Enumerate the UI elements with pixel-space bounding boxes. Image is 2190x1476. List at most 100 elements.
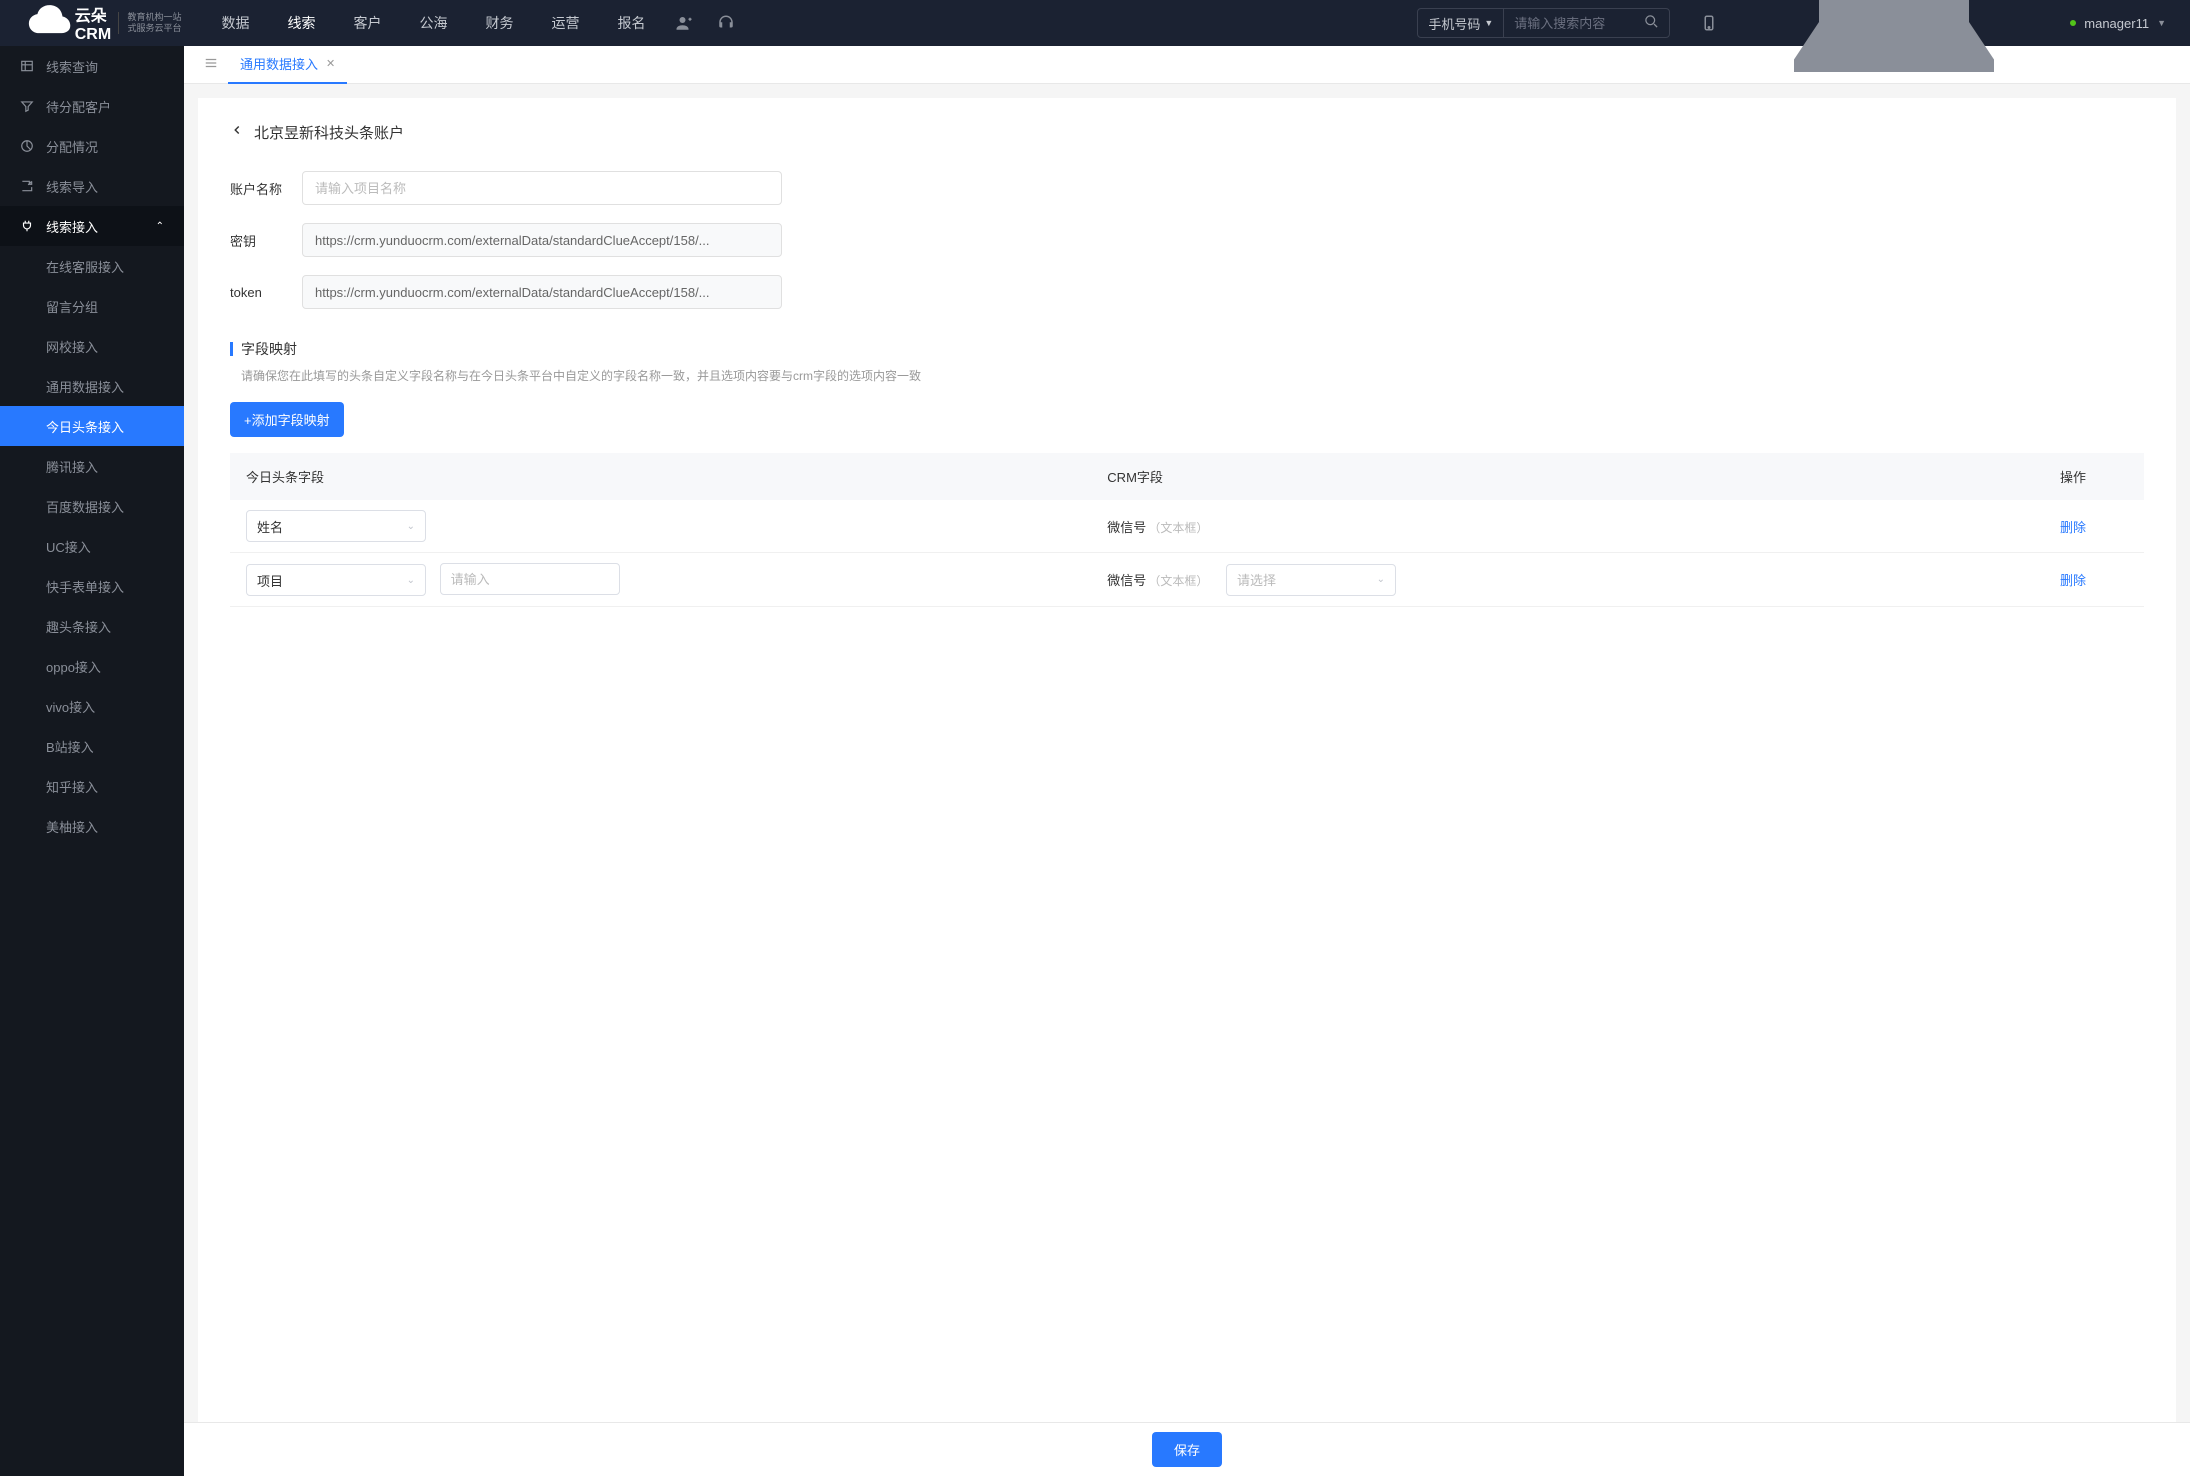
sidebar-subitem[interactable]: 腾讯接入	[0, 446, 184, 486]
sidebar-item[interactable]: 线索查询	[0, 46, 184, 86]
sidebar-subitem[interactable]: 快手表单接入	[0, 566, 184, 606]
source-value-input[interactable]	[440, 563, 620, 595]
main-area: 通用数据接入 ✕ 北京昱新科技头条账户 账户名称 密钥 token 字段映射 请确…	[184, 46, 2190, 1462]
sidebar-item-label: oppo接入	[46, 657, 101, 676]
nav-item[interactable]: 数据	[221, 13, 249, 33]
sidebar: 线索查询待分配客户分配情况线索导入线索接入⌃ 在线客服接入留言分组网校接入通用数据…	[0, 46, 184, 1476]
sidebar-item-label: 线索导入	[46, 177, 98, 196]
header-quick-icons	[675, 14, 735, 32]
sidebar-item-label: 通用数据接入	[46, 377, 124, 396]
mapping-table: 今日头条字段 CRM字段 操作 姓名 ⌄ 微信号	[230, 453, 2144, 607]
source-field-select[interactable]: 项目 ⌄	[246, 564, 426, 596]
user-add-icon[interactable]	[675, 14, 693, 32]
sidebar-item-label: 腾讯接入	[46, 457, 98, 476]
sidebar-subitem[interactable]: 在线客服接入	[0, 246, 184, 286]
sidebar-subitem[interactable]: 今日头条接入	[0, 406, 184, 446]
form-row-secret: 密钥	[230, 223, 2144, 257]
sidebar-subitem[interactable]: vivo接入	[0, 686, 184, 726]
plug-icon	[20, 219, 34, 233]
account-label: 账户名称	[230, 179, 302, 198]
mapping-title: 字段映射	[241, 339, 297, 359]
nav-item[interactable]: 财务	[485, 13, 513, 33]
sidebar-item-label: UC接入	[46, 537, 91, 556]
sidebar-item-label: 知乎接入	[46, 777, 98, 796]
token-input[interactable]	[302, 275, 782, 309]
chevron-down-icon: ▼	[1484, 18, 1493, 28]
page-content: 北京昱新科技头条账户 账户名称 密钥 token 字段映射 请确保您在此填写的头…	[198, 98, 2176, 1462]
sidebar-subitem[interactable]: 百度数据接入	[0, 486, 184, 526]
sidebar-item[interactable]: 分配情况	[0, 126, 184, 166]
back-button[interactable]	[230, 123, 244, 142]
nav-item[interactable]: 线索	[287, 13, 315, 33]
sidebar-item-label: 网校接入	[46, 337, 98, 356]
tab[interactable]: 通用数据接入 ✕	[228, 46, 347, 84]
search-button[interactable]	[1634, 14, 1669, 32]
sidebar-subitem[interactable]: 通用数据接入	[0, 366, 184, 406]
sidebar-item-label: 留言分组	[46, 297, 98, 316]
sidebar-item-label: 百度数据接入	[46, 497, 124, 516]
secret-input[interactable]	[302, 223, 782, 257]
account-name-input[interactable]	[302, 171, 782, 205]
search-type-select[interactable]: 手机号码 ▼	[1418, 9, 1504, 37]
logo-mark: 云朵CRM	[24, 0, 112, 47]
logo: 云朵CRM 教育机构一站式服务云平台	[24, 0, 181, 47]
breadcrumb: 北京昱新科技头条账户	[230, 122, 2144, 143]
footer-action-bar: 保存	[184, 1422, 2190, 1476]
token-label: token	[230, 285, 302, 300]
user-menu[interactable]: manager11 ▼	[2070, 16, 2166, 31]
save-button[interactable]: 保存	[1152, 1432, 1222, 1467]
section-accent-bar	[230, 342, 233, 356]
chevron-down-icon: ⌄	[407, 521, 415, 532]
sidebar-subitem[interactable]: 知乎接入	[0, 766, 184, 806]
status-dot	[2070, 20, 2076, 26]
nav-item[interactable]: 客户	[353, 13, 381, 33]
search-input[interactable]	[1504, 16, 1634, 31]
form-row-token: token	[230, 275, 2144, 309]
sidebar-item-label: 趣头条接入	[46, 617, 111, 636]
sidebar-subitem[interactable]: 美柚接入	[0, 806, 184, 846]
add-mapping-button[interactable]: +添加字段映射	[230, 402, 344, 437]
crm-field-display: 微信号 （文本框）	[1107, 570, 1208, 589]
sidebar-item-label: vivo接入	[46, 697, 95, 716]
app-header: 云朵CRM 教育机构一站式服务云平台 数据 线索 客户 公海 财务 运营 报名 手机号码 ▼…	[0, 0, 2190, 46]
sidebar-item-label: 美柚接入	[46, 817, 98, 836]
sidebar-item-label: 分配情况	[46, 137, 98, 156]
sidebar-subitem[interactable]: UC接入	[0, 526, 184, 566]
sidebar-item[interactable]: 待分配客户	[0, 86, 184, 126]
headset-icon[interactable]	[717, 14, 735, 32]
nav-item[interactable]: 公海	[419, 13, 447, 33]
source-field-select[interactable]: 姓名 ⌄	[246, 510, 426, 542]
sidebar-item-label: 线索查询	[46, 57, 98, 76]
delete-link[interactable]: 删除	[2060, 573, 2086, 588]
table-row: 项目 ⌄ 微信号 （文本框） 请选择 ⌄	[230, 553, 2144, 607]
form-row-account: 账户名称	[230, 171, 2144, 205]
sidebar-subitem[interactable]: B站接入	[0, 726, 184, 766]
sidebar-subitem[interactable]: 网校接入	[0, 326, 184, 366]
logo-subtitle: 教育机构一站式服务云平台	[118, 12, 181, 34]
col-source: 今日头条字段	[230, 453, 1091, 500]
sidebar-item[interactable]: 线索接入⌃	[0, 206, 184, 246]
tabs-collapse-icon[interactable]	[194, 56, 228, 73]
sidebar-subitem[interactable]: 趣头条接入	[0, 606, 184, 646]
pie-icon	[20, 139, 34, 153]
nav-item[interactable]: 报名	[617, 13, 645, 33]
sidebar-item-label: 线索接入	[46, 217, 98, 236]
mobile-icon[interactable]	[1700, 14, 1718, 32]
tab-label: 通用数据接入	[240, 54, 318, 73]
close-icon[interactable]: ✕	[326, 57, 335, 70]
nav-item[interactable]: 运营	[551, 13, 579, 33]
header-search: 手机号码 ▼	[1417, 8, 1670, 38]
main-nav: 数据 线索 客户 公海 财务 运营 报名	[221, 13, 645, 33]
table-icon	[20, 59, 34, 73]
crm-field-display: 微信号 （文本框）	[1107, 517, 1208, 536]
mapping-section-header: 字段映射	[230, 339, 2144, 359]
crm-value-select[interactable]: 请选择 ⌄	[1226, 564, 1396, 596]
sidebar-item-label: 快手表单接入	[46, 577, 124, 596]
sidebar-item[interactable]: 线索导入	[0, 166, 184, 206]
sidebar-item-label: 待分配客户	[46, 97, 111, 116]
sidebar-item-label: 在线客服接入	[46, 257, 124, 276]
sidebar-subitem[interactable]: 留言分组	[0, 286, 184, 326]
sidebar-subitem[interactable]: oppo接入	[0, 646, 184, 686]
chevron-down-icon: ⌄	[407, 575, 415, 586]
delete-link[interactable]: 删除	[2060, 520, 2086, 535]
